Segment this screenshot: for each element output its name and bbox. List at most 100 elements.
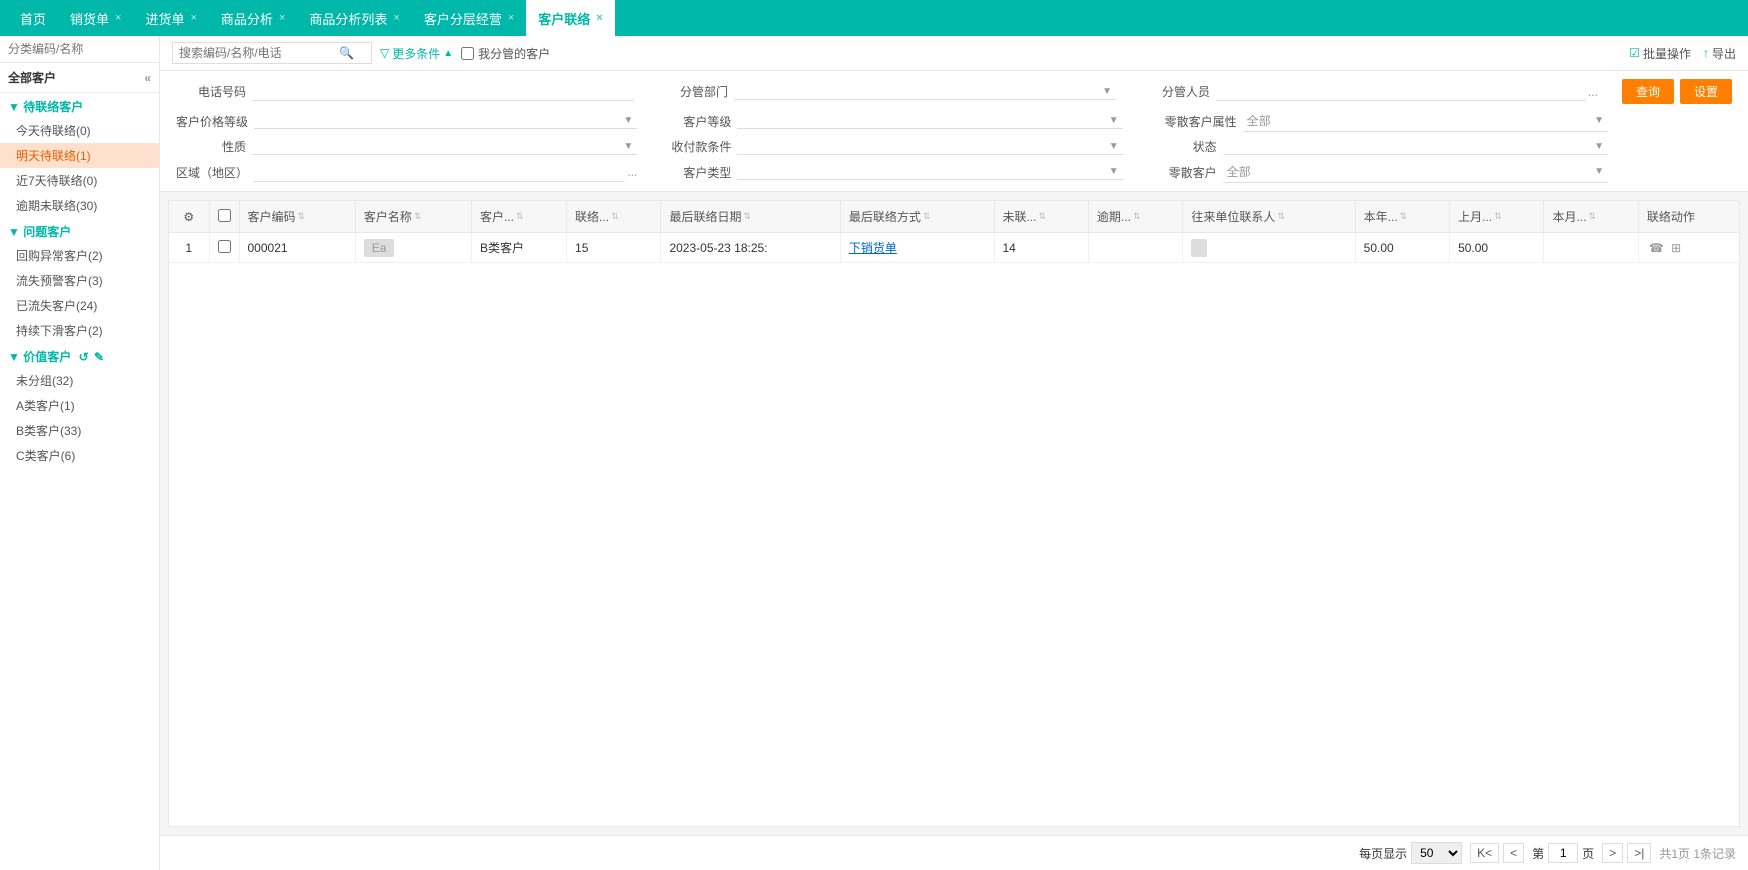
close-purchase-order-icon[interactable]: × [190, 12, 196, 24]
page-info: 第 页 [1532, 843, 1594, 863]
filter-customer-level-label: 客户等级 [661, 113, 731, 130]
filter-payment-select[interactable]: ▼ [737, 139, 1122, 155]
filter-customer-level-select[interactable]: ▼ [737, 113, 1122, 129]
filter-retail-attr-select[interactable]: 全部 ▼ [1243, 110, 1608, 132]
sidebar-search-input[interactable] [8, 42, 160, 56]
next-page-btn[interactable]: > [1602, 843, 1623, 863]
page-input[interactable] [1548, 843, 1578, 863]
batch-op-btn[interactable]: ☑ 批量操作 [1629, 45, 1691, 62]
nav-purchase-order[interactable]: 进货单 × [133, 0, 208, 36]
pagination: 每页显示 50 100 K< < 第 页 > >| 共1页 1条记录 [160, 835, 1748, 870]
filter-phone-input[interactable] [252, 82, 634, 101]
th-contact-sort[interactable]: 联络... ⇅ [575, 208, 652, 225]
filter-dept-select[interactable]: ▼ [734, 84, 1116, 100]
all-customers-header[interactable]: 全部客户 « [0, 63, 159, 93]
th-this-year-sort[interactable]: 本年... ⇅ [1364, 208, 1441, 225]
last-contact-date-sort-icon: ⇅ [743, 211, 751, 222]
th-this-month: 本月... ⇅ [1544, 201, 1638, 233]
region-ellipsis[interactable]: ... [627, 165, 637, 179]
filter-nature-select[interactable]: ▼ [252, 139, 637, 155]
filter-manager-input[interactable] [1216, 82, 1586, 101]
top-nav: 首页 销货单 × 进货单 × 商品分析 × 商品分析列表 × 客户分层经营 × … [0, 0, 1748, 36]
last-page-btn[interactable]: >| [1627, 843, 1651, 863]
per-page-select[interactable]: 50 100 [1411, 842, 1462, 864]
sidebar-item-overdue[interactable]: 逾期未联络(30) [0, 193, 159, 218]
th-overdue-sort[interactable]: 逾期... ⇅ [1097, 208, 1174, 225]
row-checkbox[interactable] [218, 240, 231, 253]
nav-customer-layered[interactable]: 客户分层经营 × [412, 0, 526, 36]
per-page-label: 每页显示 [1359, 845, 1407, 862]
nav-sales-order[interactable]: 销货单 × [58, 0, 133, 36]
last-contact-method-link[interactable]: 下销货单 [849, 241, 897, 255]
th-action: 联络动作 [1638, 201, 1739, 233]
manager-ellipsis[interactable]: ... [1588, 85, 1598, 99]
my-customers-checkbox[interactable] [461, 47, 474, 60]
last-contact-method-sort-icon: ⇅ [923, 211, 931, 222]
select-all-checkbox[interactable] [218, 209, 231, 222]
name-sort-icon: ⇅ [414, 211, 422, 222]
collapse-icon[interactable]: « [144, 71, 151, 85]
not-contact-sort-icon: ⇅ [1039, 211, 1047, 222]
th-last-contact-date-sort[interactable]: 最后联络日期 ⇅ [669, 208, 831, 225]
prev-page-btn[interactable]: < [1503, 843, 1524, 863]
filter-price-level-label: 客户价格等级 [176, 113, 248, 130]
action-more-icon[interactable]: ⊞ [1671, 241, 1681, 255]
set-btn[interactable]: 设置 [1680, 79, 1732, 104]
filter-price-level-select[interactable]: ▼ [254, 113, 637, 129]
close-product-analysis-icon[interactable]: × [279, 12, 285, 24]
close-sales-order-icon[interactable]: × [115, 12, 121, 24]
th-unit-contact: 往来单位联系人 ⇅ [1183, 201, 1355, 233]
filter-manager-label: 分管人员 [1140, 83, 1210, 100]
sidebar-item-repurchase-abnormal[interactable]: 回购异常客户(2) [0, 243, 159, 268]
more-filter-btn[interactable]: ▽ 更多条件 ▲ [380, 45, 453, 62]
close-product-analysis-list-icon[interactable]: × [393, 12, 399, 24]
th-type: 客户... ⇅ [471, 201, 566, 233]
action-phone-icon[interactable]: ☎ [1649, 241, 1664, 255]
sidebar-item-declining[interactable]: 持续下滑客户(2) [0, 318, 159, 343]
my-customers-checkbox-label[interactable]: 我分管的客户 [461, 45, 550, 62]
nav-product-analysis-list[interactable]: 商品分析列表 × [297, 0, 411, 36]
cell-action: ☎ ⊞ [1638, 233, 1739, 263]
filter-region-input[interactable] [254, 163, 625, 182]
th-contact: 联络... ⇅ [567, 201, 661, 233]
search-input[interactable] [179, 46, 339, 60]
th-type-sort[interactable]: 客户... ⇅ [480, 208, 558, 225]
th-name-sort[interactable]: 客户名称 ⇅ [364, 208, 463, 225]
close-customer-contact-icon[interactable]: × [596, 12, 602, 24]
filter-customer-type-select[interactable]: ▼ [737, 164, 1122, 180]
th-this-month-sort[interactable]: 本月... ⇅ [1552, 208, 1629, 225]
sidebar-item-tomorrow[interactable]: 明天待联络(1) [0, 143, 159, 168]
search-icon[interactable]: 🔍 [339, 46, 354, 60]
name-masked: Ea [364, 239, 395, 257]
table-area: ⚙ 客户编码 ⇅ 客户名称 [168, 200, 1740, 827]
th-gear: ⚙ [169, 201, 209, 233]
filter-status-select[interactable]: ▼ [1223, 139, 1608, 155]
gear-icon[interactable]: ⚙ [183, 210, 194, 224]
sidebar-item-today[interactable]: 今天待联络(0) [0, 118, 159, 143]
th-last-contact-method-sort[interactable]: 最后联络方式 ⇅ [849, 208, 986, 225]
th-not-contact-sort[interactable]: 未联... ⇅ [1003, 208, 1080, 225]
close-customer-layered-icon[interactable]: × [508, 12, 514, 24]
th-unit-contact-sort[interactable]: 往来单位联系人 ⇅ [1191, 208, 1346, 225]
filter-customer-level-field: 客户等级 ▼ [661, 113, 1122, 130]
sidebar-item-b-class[interactable]: B类客户(33) [0, 418, 159, 443]
sidebar: 🔍 全部客户 « ▼ 待联络客户 今天待联络(0) 明天待联络(1) 近7天待联… [0, 36, 160, 870]
retail-attr-arrow-icon: ▼ [1594, 115, 1604, 126]
right-actions: ☑ 批量操作 ↑ 导出 [1629, 45, 1736, 62]
filter-retail-customer-select[interactable]: 全部 ▼ [1223, 161, 1608, 183]
first-page-btn[interactable]: K< [1470, 843, 1499, 863]
sidebar-item-c-class[interactable]: C类客户(6) [0, 443, 159, 468]
th-last-month-sort[interactable]: 上月... ⇅ [1458, 208, 1535, 225]
sidebar-item-ungroup[interactable]: 未分组(32) [0, 368, 159, 393]
nav-product-analysis[interactable]: 商品分析 × [209, 0, 297, 36]
export-btn[interactable]: ↑ 导出 [1703, 45, 1736, 62]
th-code-sort[interactable]: 客户编码 ⇅ [248, 208, 347, 225]
sidebar-item-churn-warning[interactable]: 流失预警客户(3) [0, 268, 159, 293]
nav-customer-contact[interactable]: 客户联络 × [526, 0, 614, 36]
filter-row-2: 客户价格等级 ▼ 客户等级 ▼ 零散客户属性 [176, 110, 1732, 132]
sidebar-item-churned[interactable]: 已流失客户(24) [0, 293, 159, 318]
query-btn[interactable]: 查询 [1622, 79, 1674, 104]
sidebar-item-7days[interactable]: 近7天待联络(0) [0, 168, 159, 193]
sidebar-item-a-class[interactable]: A类客户(1) [0, 393, 159, 418]
nav-home[interactable]: 首页 [8, 0, 58, 36]
